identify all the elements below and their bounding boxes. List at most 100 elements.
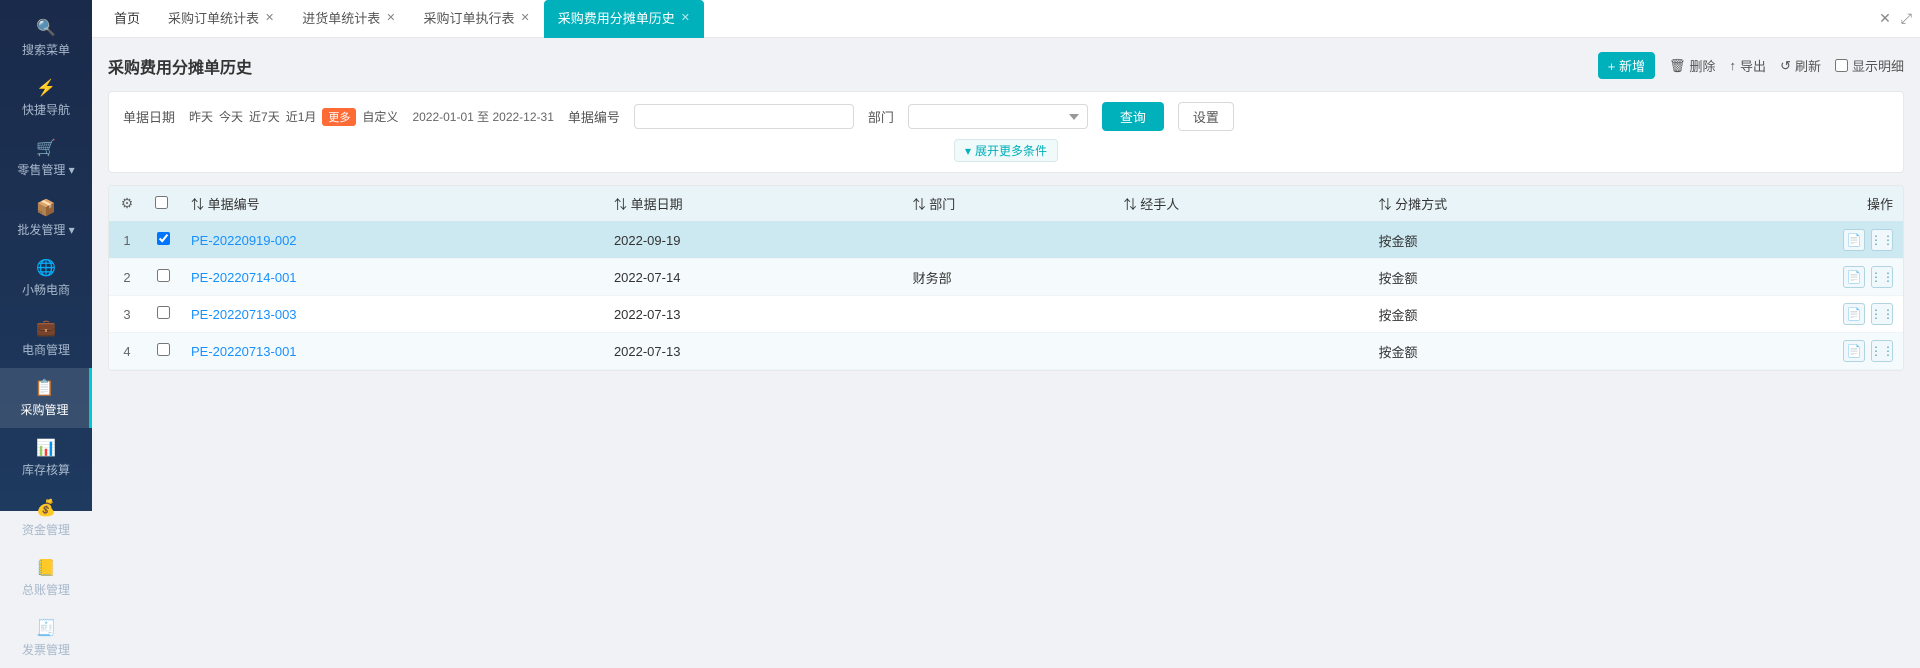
sidebar-item-快捷导航[interactable]: ⚡快捷导航 bbox=[0, 68, 92, 128]
tab-采购订单统计表[interactable]: 采购订单统计表✕ bbox=[154, 0, 288, 38]
doc-num-link[interactable]: PE-20220713-003 bbox=[191, 307, 297, 322]
sidebar-item-库存核算[interactable]: 📊库存核算 bbox=[0, 428, 92, 488]
row-checkbox-3[interactable] bbox=[145, 296, 181, 333]
row-more-icon-2[interactable]: ⋮⋮ bbox=[1871, 266, 1893, 288]
tab-首页[interactable]: 首页 bbox=[100, 0, 154, 38]
close-window-icon[interactable]: ✕ bbox=[1879, 10, 1891, 27]
tab-采购订单执行表[interactable]: 采购订单执行表✕ bbox=[409, 0, 543, 38]
row-select-checkbox[interactable] bbox=[157, 232, 170, 245]
doc-num-link[interactable]: PE-20220714-001 bbox=[191, 270, 297, 285]
checkbox-col-header[interactable] bbox=[145, 186, 181, 222]
row-checkbox-2[interactable] bbox=[145, 259, 181, 296]
col-alloc-method[interactable]: ⇅ 分摊方式 bbox=[1368, 186, 1667, 222]
doc-num-link[interactable]: PE-20220919-002 bbox=[191, 233, 297, 248]
col-doc-num[interactable]: ⇅ 单据编号 bbox=[181, 186, 604, 222]
sidebar-item-label: 快捷导航 bbox=[22, 101, 70, 118]
row-more-icon-1[interactable]: ⋮⋮ bbox=[1871, 229, 1893, 251]
table-header-row: ⚙ ⇅ 单据编号 ⇅ 单据日期 ⇅ 部门 bbox=[109, 186, 1903, 222]
row-view-icon-4[interactable]: 📄 bbox=[1843, 340, 1865, 362]
row-doc-num-3[interactable]: PE-20220713-003 bbox=[181, 296, 604, 333]
tab-close-icon[interactable]: ✕ bbox=[681, 11, 690, 24]
export-button[interactable]: ↑ 导出 bbox=[1730, 56, 1767, 75]
row-alloc-method-1: 按金额 bbox=[1368, 222, 1667, 259]
tab-label: 首页 bbox=[114, 8, 140, 27]
row-dept-2: 财务部 bbox=[903, 259, 1114, 296]
sidebar-item-批发管理[interactable]: 📦批发管理 ▾ bbox=[0, 188, 92, 248]
tab-close-icon[interactable]: ✕ bbox=[265, 11, 274, 24]
more-shortcut[interactable]: 更多 bbox=[322, 108, 356, 126]
delete-button[interactable]: 🗑 删除 bbox=[1669, 56, 1716, 75]
row-more-icon-4[interactable]: ⋮⋮ bbox=[1871, 340, 1893, 362]
expand-filter-button[interactable]: ▾ 展开更多条件 bbox=[954, 139, 1058, 162]
row-more-icon-3[interactable]: ⋮⋮ bbox=[1871, 303, 1893, 325]
row-num-1: 1 bbox=[109, 222, 145, 259]
table-row: 3 PE-20220713-003 2022-07-13 按金额 📄 ⋮⋮ bbox=[109, 296, 1903, 333]
row-actions-2: 📄 ⋮⋮ bbox=[1667, 259, 1903, 296]
row-checkbox-1[interactable] bbox=[145, 222, 181, 259]
tab-close-icon[interactable]: ✕ bbox=[386, 11, 395, 24]
refresh-button[interactable]: ↺ 刷新 bbox=[1780, 56, 1821, 75]
add-button[interactable]: + 新增 bbox=[1598, 52, 1655, 79]
tab-进货单统计表[interactable]: 进货单统计表✕ bbox=[288, 0, 409, 38]
settings-button[interactable]: 设置 bbox=[1178, 102, 1234, 131]
sidebar-icon: 🌐 bbox=[36, 258, 56, 278]
dept-filter-label: 部门 bbox=[868, 107, 894, 126]
last1month-shortcut[interactable]: 近1月 bbox=[286, 108, 317, 125]
yesterday-shortcut[interactable]: 昨天 bbox=[189, 108, 213, 125]
show-columns-label[interactable]: 显示明细 bbox=[1835, 56, 1904, 75]
data-table: ⚙ ⇅ 单据编号 ⇅ 单据日期 ⇅ 部门 bbox=[109, 186, 1903, 370]
expand-window-icon[interactable]: ⤢ bbox=[1901, 10, 1912, 27]
sidebar-item-电商管理[interactable]: 💼电商管理 bbox=[0, 308, 92, 368]
row-select-checkbox[interactable] bbox=[157, 269, 170, 282]
custom-shortcut[interactable]: 自定义 bbox=[362, 108, 398, 125]
select-all-checkbox[interactable] bbox=[155, 196, 168, 209]
query-button[interactable]: 查询 bbox=[1102, 102, 1164, 131]
table-container: ⚙ ⇅ 单据编号 ⇅ 单据日期 ⇅ 部门 bbox=[108, 185, 1904, 371]
row-select-checkbox[interactable] bbox=[157, 306, 170, 319]
last7days-shortcut[interactable]: 近7天 bbox=[249, 108, 280, 125]
toolbar: + 新增 🗑 删除 ↑ 导出 ↺ 刷新 显示明细 bbox=[1598, 52, 1904, 79]
sidebar-item-搜索菜单[interactable]: 🔍搜索菜单 bbox=[0, 8, 92, 68]
sidebar-item-label: 发票管理 bbox=[22, 641, 70, 658]
sidebar-item-label: 资金管理 bbox=[22, 521, 70, 538]
tab-采购费用分摊单历史[interactable]: 采购费用分摊单历史 ✕ bbox=[544, 0, 704, 38]
sidebar-icon: 💼 bbox=[36, 318, 56, 338]
sidebar-item-label: 搜索菜单 bbox=[22, 41, 70, 58]
row-select-checkbox[interactable] bbox=[157, 343, 170, 356]
row-doc-date-2: 2022-07-14 bbox=[604, 259, 903, 296]
doc-num-input[interactable] bbox=[634, 104, 854, 129]
table-settings-icon[interactable]: ⚙ bbox=[121, 195, 134, 211]
col-handler[interactable]: ⇅ 经手人 bbox=[1114, 186, 1369, 222]
row-checkbox-4[interactable] bbox=[145, 333, 181, 370]
settings-col-header[interactable]: ⚙ bbox=[109, 186, 145, 222]
row-doc-date-3: 2022-07-13 bbox=[604, 296, 903, 333]
row-doc-num-2[interactable]: PE-20220714-001 bbox=[181, 259, 604, 296]
sidebar-icon: 🛒 bbox=[36, 138, 56, 158]
row-view-icon-1[interactable]: 📄 bbox=[1843, 229, 1865, 251]
tab-close-icon[interactable]: ✕ bbox=[521, 11, 530, 24]
row-doc-num-4[interactable]: PE-20220713-001 bbox=[181, 333, 604, 370]
show-columns-checkbox[interactable] bbox=[1835, 59, 1848, 72]
row-view-icon-3[interactable]: 📄 bbox=[1843, 303, 1865, 325]
row-handler-3 bbox=[1114, 296, 1369, 333]
sidebar-item-资金管理[interactable]: 💰资金管理 bbox=[0, 488, 92, 548]
date-range-display[interactable]: 2022-01-01 至 2022-12-31 bbox=[412, 108, 553, 125]
row-doc-num-1[interactable]: PE-20220919-002 bbox=[181, 222, 604, 259]
tab-label: 采购费用分摊单历史 bbox=[558, 8, 675, 27]
date-shortcuts: 昨天 今天 近7天 近1月 更多 自定义 bbox=[189, 108, 398, 126]
col-dept[interactable]: ⇅ 部门 bbox=[903, 186, 1114, 222]
sidebar-item-零售管理[interactable]: 🛒零售管理 ▾ bbox=[0, 128, 92, 188]
tab-bar: 首页采购订单统计表✕进货单统计表✕采购订单执行表✕ 采购费用分摊单历史 ✕ ✕ ⤢ bbox=[92, 0, 1920, 38]
sidebar-item-采购管理[interactable]: 📋采购管理 bbox=[0, 368, 92, 428]
tab-bar-right: ✕ ⤢ bbox=[1879, 10, 1912, 27]
sidebar-item-总账管理[interactable]: 📒总账管理 bbox=[0, 548, 92, 608]
sidebar-item-小畅电商[interactable]: 🌐小畅电商 bbox=[0, 248, 92, 308]
dept-select[interactable] bbox=[908, 104, 1088, 129]
row-alloc-method-3: 按金额 bbox=[1368, 296, 1667, 333]
row-view-icon-2[interactable]: 📄 bbox=[1843, 266, 1865, 288]
col-doc-date[interactable]: ⇅ 单据日期 bbox=[604, 186, 903, 222]
sidebar-item-发票管理[interactable]: 🧾发票管理 bbox=[0, 608, 92, 668]
doc-num-link[interactable]: PE-20220713-001 bbox=[191, 344, 297, 359]
sidebar-item-label: 批发管理 ▾ bbox=[17, 221, 74, 238]
today-shortcut[interactable]: 今天 bbox=[219, 108, 243, 125]
